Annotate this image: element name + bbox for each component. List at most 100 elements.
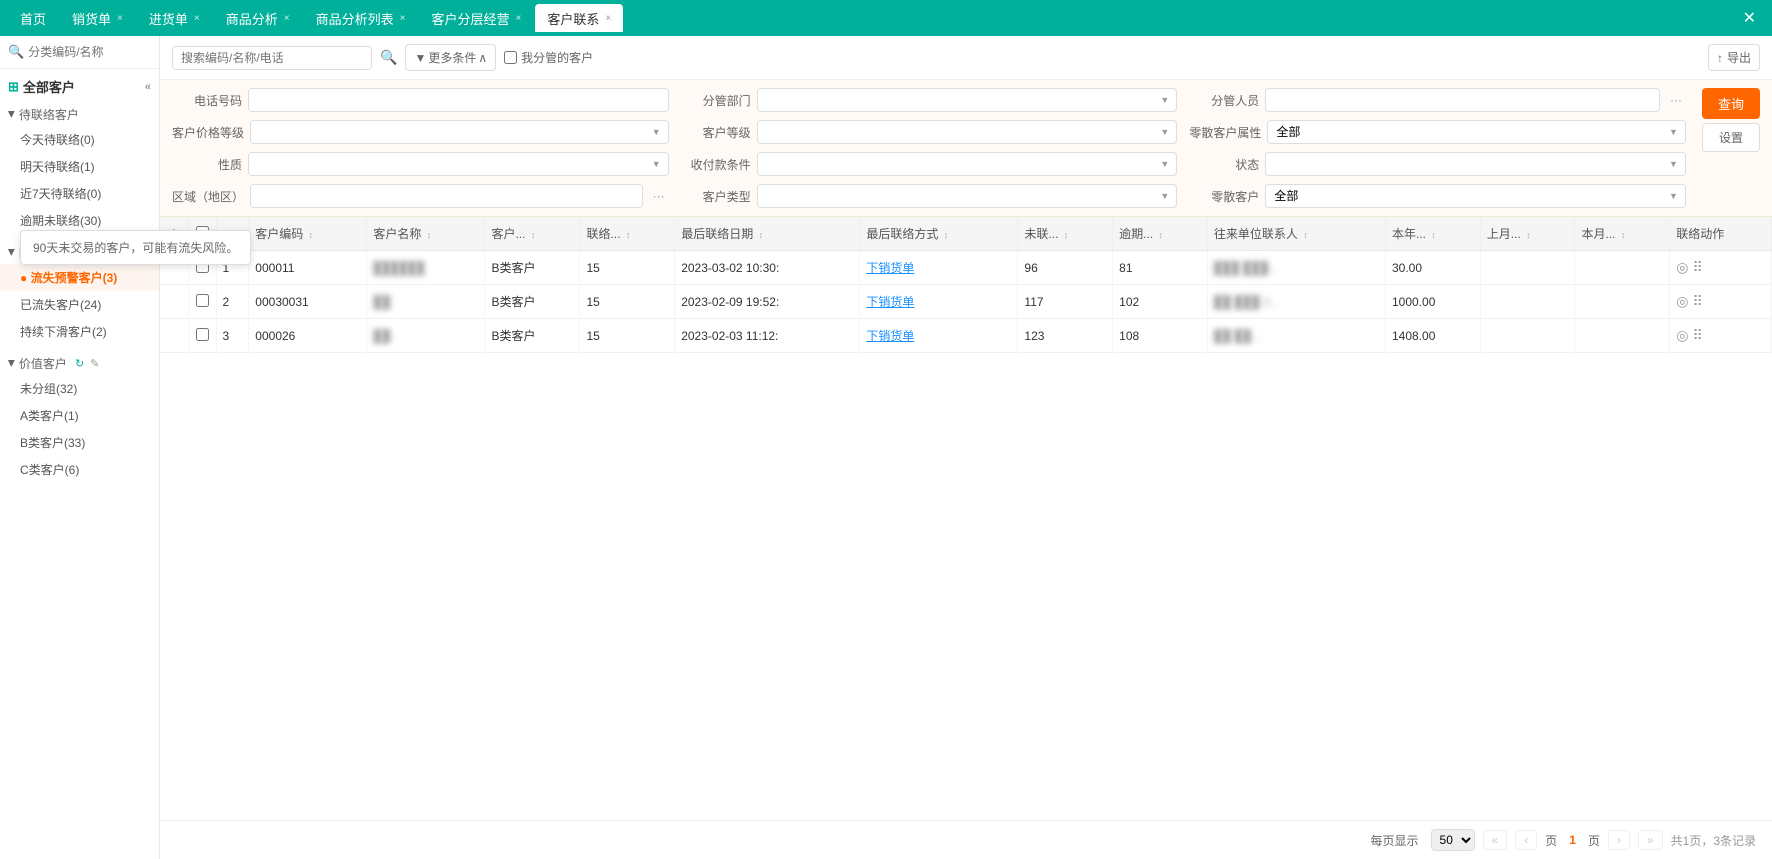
refresh-icon[interactable]: ↻: [75, 357, 84, 370]
col-name[interactable]: 客户名称 ↕: [367, 217, 485, 251]
export-button[interactable]: ↑ 导出: [1708, 44, 1760, 71]
sidebar-item-7days[interactable]: 近7天待联络(0): [0, 180, 159, 207]
close-icon[interactable]: ×: [194, 13, 200, 24]
more-action-icon[interactable]: ⠿: [1692, 259, 1702, 276]
sidebar-item-today[interactable]: 今天待联络(0): [0, 126, 159, 153]
next-page-button[interactable]: ›: [1608, 830, 1630, 850]
status-select[interactable]: [1265, 152, 1686, 176]
nav-tab-analysis-list[interactable]: 商品分析列表 ×: [304, 4, 418, 32]
sidebar-item-churned[interactable]: 已流失客户(24): [0, 291, 159, 318]
scatter-customer-select[interactable]: 全部: [1265, 184, 1686, 208]
row-checkbox[interactable]: [196, 294, 209, 307]
phone-input[interactable]: [248, 88, 669, 112]
price-tier-select-wrap: [250, 120, 669, 144]
col-code[interactable]: 客户编码 ↕: [249, 217, 367, 251]
col-contact[interactable]: 联络... ↕: [580, 217, 675, 251]
cell-overdue: 81: [1113, 251, 1208, 285]
last-page-button[interactable]: »: [1638, 830, 1663, 850]
col-last-method[interactable]: 最后联络方式 ↕: [860, 217, 1018, 251]
sidebar-group-pending[interactable]: ▶ 待联络客户: [0, 100, 159, 126]
search-input[interactable]: [172, 46, 372, 70]
cell-code: 000026: [249, 319, 367, 353]
payment-select[interactable]: [757, 152, 1178, 176]
nav-tab-customer-contact[interactable]: 客户联系 ×: [535, 4, 623, 32]
scatter-customer-select-wrap: 全部: [1265, 184, 1686, 208]
sidebar-all-customers-header[interactable]: ⊞ 全部客户 «: [0, 69, 159, 100]
cell-last-method[interactable]: 下销货单: [860, 285, 1018, 319]
nature-select[interactable]: [248, 152, 669, 176]
more-action-icon[interactable]: ⠿: [1692, 293, 1702, 310]
my-customers-check[interactable]: [504, 51, 517, 64]
cell-type: B类客户: [485, 285, 580, 319]
contact-icon[interactable]: ◎: [1676, 259, 1688, 276]
top-nav: 首页 销货单 × 进货单 × 商品分析 × 商品分析列表 × 客户分层经营 × …: [0, 0, 1772, 36]
col-last-date[interactable]: 最后联络日期 ↕: [675, 217, 860, 251]
cell-type: B类客户: [485, 319, 580, 353]
sidebar-search-input[interactable]: [28, 45, 151, 59]
page-size-select[interactable]: 50: [1431, 829, 1475, 851]
grid-icon: ⊞: [8, 79, 19, 95]
sidebar-item-tomorrow[interactable]: 明天待联络(1): [0, 153, 159, 180]
col-type[interactable]: 客户... ↕: [485, 217, 580, 251]
region-dots[interactable]: ···: [649, 189, 669, 203]
settings-button[interactable]: 设置: [1702, 123, 1760, 152]
customer-level-select-wrap: [757, 120, 1178, 144]
close-icon[interactable]: ×: [117, 13, 123, 24]
query-button[interactable]: 查询: [1702, 88, 1760, 119]
contact-icon[interactable]: ◎: [1676, 293, 1688, 310]
col-this-month[interactable]: 本月... ↕: [1575, 217, 1670, 251]
contact-icon[interactable]: ◎: [1676, 327, 1688, 344]
sidebar-item-churn-warning[interactable]: ● 流失预警客户(3): [0, 264, 159, 291]
nav-tab-purchase[interactable]: 进货单 ×: [137, 4, 212, 32]
person-input[interactable]: [1265, 88, 1660, 112]
content-area: 🔍 ▼ 更多条件 ∧ 我分管的客户 ↑ 导出: [160, 36, 1772, 859]
close-icon[interactable]: ×: [400, 13, 406, 24]
person-dots[interactable]: ···: [1666, 93, 1686, 107]
nav-tab-analysis[interactable]: 商品分析 ×: [214, 4, 302, 32]
cell-contact: 15: [580, 285, 675, 319]
sidebar-item-class-a[interactable]: A类客户(1): [0, 402, 159, 429]
close-all-button[interactable]: ✕: [1735, 4, 1764, 32]
scatter-attr-select[interactable]: 全部: [1267, 120, 1686, 144]
close-icon[interactable]: ×: [515, 13, 521, 24]
filter-customer-level: 客户等级: [681, 120, 1178, 144]
col-this-year[interactable]: 本年... ↕: [1385, 217, 1480, 251]
cell-last-method[interactable]: 下销货单: [860, 251, 1018, 285]
nav-tab-sales[interactable]: 销货单 ×: [60, 4, 135, 32]
col-action: 联络动作: [1670, 217, 1772, 251]
edit-icon[interactable]: ✎: [90, 357, 99, 370]
cell-action: ◎ ⠿: [1670, 285, 1772, 319]
dept-select[interactable]: [757, 88, 1178, 112]
close-icon[interactable]: ×: [284, 13, 290, 24]
customer-level-select[interactable]: [757, 120, 1178, 144]
col-last-month[interactable]: 上月... ↕: [1480, 217, 1575, 251]
nav-tab-home[interactable]: 首页: [8, 9, 58, 28]
all-customers-label: 全部客户: [23, 77, 75, 96]
sidebar-item-class-c[interactable]: C类客户(6): [0, 456, 159, 483]
status-select-wrap: [1265, 152, 1686, 176]
col-no-contact[interactable]: 未联... ↕: [1018, 217, 1113, 251]
sidebar-item-class-b[interactable]: B类客户(33): [0, 429, 159, 456]
row-checkbox[interactable]: [196, 328, 209, 341]
customer-type-select[interactable]: [757, 184, 1178, 208]
query-buttons-area: 查询 设置: [1702, 88, 1760, 152]
sidebar-item-ungrouped[interactable]: 未分组(32): [0, 375, 159, 402]
search-button[interactable]: 🔍: [380, 49, 397, 66]
col-overdue[interactable]: 逾期... ↕: [1113, 217, 1208, 251]
sidebar-item-declining[interactable]: 持续下滑客户(2): [0, 318, 159, 345]
nav-tab-customer-tier[interactable]: 客户分层经营 ×: [419, 4, 533, 32]
cell-last-month: [1480, 319, 1575, 353]
more-action-icon[interactable]: ⠿: [1692, 327, 1702, 344]
region-input[interactable]: [250, 184, 643, 208]
prev-page-button[interactable]: ‹: [1515, 830, 1537, 850]
cell-last-method[interactable]: 下销货单: [860, 319, 1018, 353]
price-tier-select[interactable]: [250, 120, 669, 144]
first-page-button[interactable]: «: [1483, 830, 1508, 850]
sidebar-group-value[interactable]: ▶ 价值客户 ↻ ✎: [0, 349, 159, 375]
my-customers-checkbox[interactable]: 我分管的客户: [504, 49, 593, 66]
collapse-icon[interactable]: «: [145, 81, 151, 93]
close-icon[interactable]: ×: [605, 13, 611, 24]
col-unit-contact[interactable]: 往来单位联系人 ↕: [1207, 217, 1385, 251]
more-conditions-button[interactable]: ▼ 更多条件 ∧: [405, 44, 496, 71]
filter-region: 区域（地区） ···: [172, 184, 669, 208]
